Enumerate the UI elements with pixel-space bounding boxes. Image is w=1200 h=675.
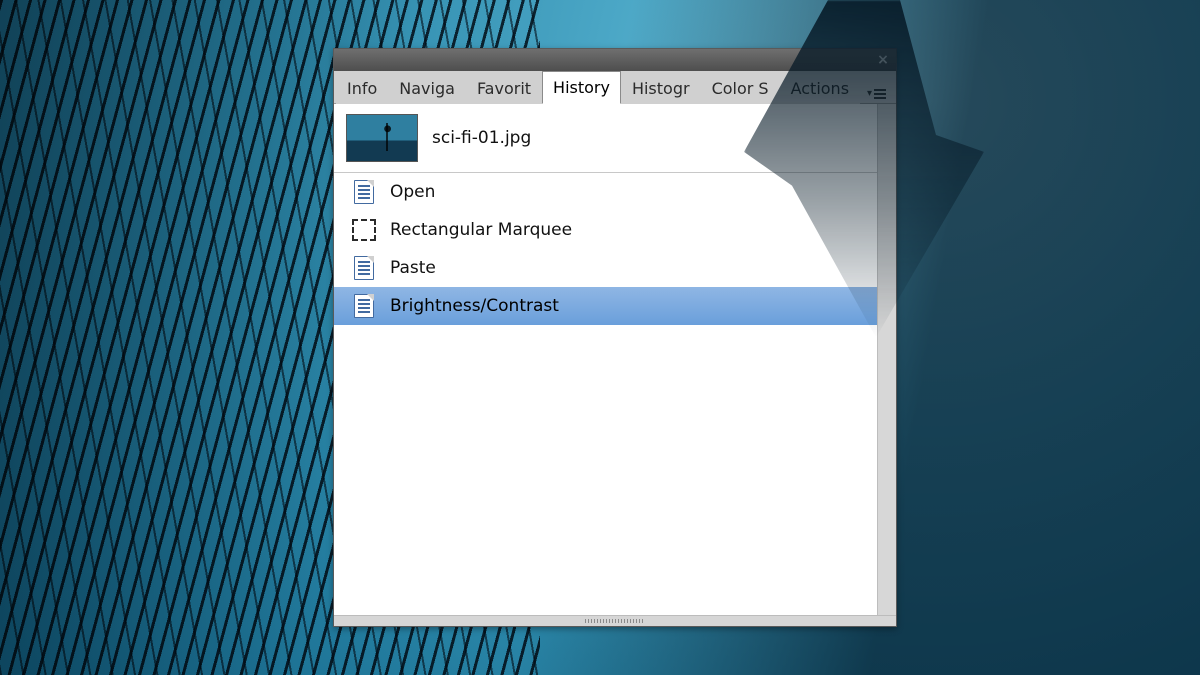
document-icon [352,257,376,279]
history-step-rectangular-marquee[interactable]: Rectangular Marquee [334,211,877,249]
vertical-scrollbar[interactable] [877,104,896,615]
tab-navigator[interactable]: Naviga [388,72,466,104]
history-list: sci-fi-01.jpg Open Rectangular Marquee P… [334,104,877,615]
tab-info[interactable]: Info [336,72,388,104]
tab-histogram[interactable]: Histogr [621,72,701,104]
tab-favorites[interactable]: Favorit [466,72,542,104]
panel-titlebar[interactable]: × [334,49,896,71]
history-step-brightness-contrast[interactable]: Brightness/Contrast [334,287,877,325]
panel-content: sci-fi-01.jpg Open Rectangular Marquee P… [334,104,896,615]
history-step-label: Paste [390,258,436,278]
marquee-icon [352,219,376,241]
desktop-wallpaper: × Info Naviga Favorit History Histogr Co… [0,0,1200,675]
tab-color-swatches[interactable]: Color S [701,72,780,104]
panel-menu-button[interactable]: ▾ [863,84,890,103]
tab-history[interactable]: History [542,71,621,104]
document-name: sci-fi-01.jpg [432,128,531,148]
document-icon [352,181,376,203]
document-icon [352,295,376,317]
history-document-header[interactable]: sci-fi-01.jpg [334,104,877,173]
history-step-paste[interactable]: Paste [334,249,877,287]
history-step-label: Rectangular Marquee [390,220,572,240]
history-step-label: Brightness/Contrast [390,296,559,316]
document-thumbnail [346,114,418,162]
tab-actions[interactable]: Actions [780,72,860,104]
history-step-open[interactable]: Open [334,173,877,211]
panel-resize-grip[interactable] [334,615,896,626]
close-icon[interactable]: × [874,52,892,68]
history-step-label: Open [390,182,435,202]
menu-icon [874,89,886,99]
panel-tabbar: Info Naviga Favorit History Histogr Colo… [334,71,896,104]
chevron-down-icon: ▾ [867,88,872,99]
history-panel: × Info Naviga Favorit History Histogr Co… [333,48,897,627]
